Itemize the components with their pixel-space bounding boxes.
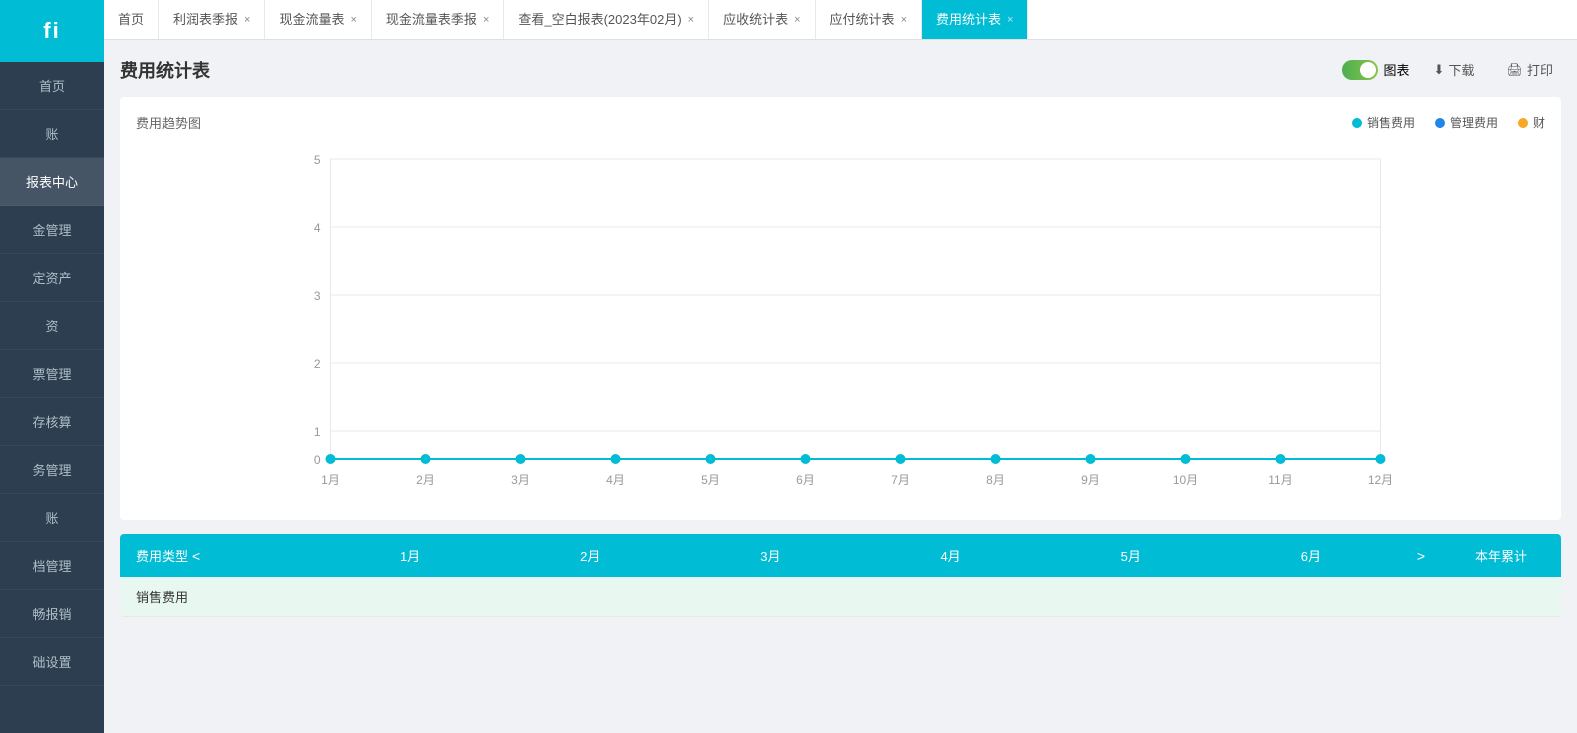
legend-label-admin: 管理费用: [1450, 114, 1498, 131]
main-area: 首页 利润表季报 × 现金流量表 × 现金流量表季报 × 查看_空白报表(202…: [104, 0, 1577, 733]
table-row-sales: 销售费用: [120, 577, 1561, 617]
sidebar-item-finance[interactable]: 金管理: [0, 206, 104, 254]
col-nav-next[interactable]: >: [1401, 534, 1441, 577]
legend-dot-finance: [1518, 118, 1528, 128]
chart-svg: 5 4 3 2 1 0: [136, 144, 1545, 504]
nav-prev-arrow[interactable]: <: [188, 548, 204, 564]
header-actions: 图表 ⬇ 下载 🖨 打印: [1342, 56, 1561, 83]
tab-bar: 首页 利润表季报 × 现金流量表 × 现金流量表季报 × 查看_空白报表(202…: [104, 0, 1577, 40]
svg-text:4月: 4月: [606, 473, 625, 487]
svg-text:4: 4: [314, 221, 321, 235]
col-ytd: 本年累计: [1441, 534, 1561, 577]
svg-text:1: 1: [314, 425, 321, 439]
svg-text:1月: 1月: [321, 473, 340, 487]
svg-text:8月: 8月: [986, 473, 1005, 487]
chart-toggle[interactable]: [1342, 60, 1378, 80]
sidebar-item-expense[interactable]: 畅报销: [0, 590, 104, 638]
chart-legend: 销售费用 管理费用 财: [1352, 114, 1545, 131]
legend-finance: 财: [1518, 114, 1545, 131]
chart-container: 费用趋势图 销售费用 管理费用 财: [120, 97, 1561, 520]
sidebar-item-assets[interactable]: 定资产: [0, 254, 104, 302]
legend-dot-admin: [1435, 118, 1445, 128]
cell-may-sales: [1041, 577, 1221, 616]
svg-text:12月: 12月: [1368, 473, 1393, 487]
cell-ytd-sales: [1441, 577, 1561, 616]
chart-header: 费用趋势图 销售费用 管理费用 财: [136, 113, 1545, 132]
svg-text:6月: 6月: [796, 473, 815, 487]
tab-close-payable[interactable]: ×: [901, 0, 907, 40]
print-icon: 🖨: [1506, 62, 1523, 78]
tab-expense-stats[interactable]: 费用统计表 ×: [922, 0, 1028, 40]
sidebar-item-business[interactable]: 务管理: [0, 446, 104, 494]
chart-area: 5 4 3 2 1 0: [136, 144, 1545, 504]
cell-jun-sales: [1221, 577, 1401, 616]
col-feb: 2月: [500, 534, 680, 577]
download-icon: ⬇: [1434, 62, 1445, 78]
tab-close-expense-stats[interactable]: ×: [1007, 0, 1013, 40]
download-button[interactable]: ⬇ 下载: [1426, 56, 1483, 83]
svg-text:11月: 11月: [1268, 473, 1292, 487]
svg-text:10月: 10月: [1173, 473, 1198, 487]
tab-close-profit-quarterly[interactable]: ×: [244, 0, 250, 40]
cell-mar-sales: [680, 577, 860, 616]
svg-text:3月: 3月: [511, 473, 530, 487]
legend-label-finance: 财: [1533, 114, 1545, 131]
tab-profit-quarterly[interactable]: 利润表季报 ×: [159, 0, 265, 40]
page-header: 费用统计表 图表 ⬇ 下载 🖨 打印: [120, 56, 1561, 83]
legend-label-sales: 销售费用: [1367, 114, 1415, 131]
cell-feb-sales: [500, 577, 680, 616]
tab-close-blank-report[interactable]: ×: [688, 0, 694, 40]
svg-text:9月: 9月: [1081, 473, 1100, 487]
tab-cashflow[interactable]: 现金流量表 ×: [265, 0, 371, 40]
tab-blank-report[interactable]: 查看_空白报表(2023年02月) ×: [504, 0, 709, 40]
sidebar-item-account[interactable]: 账: [0, 494, 104, 542]
col-jun: 6月: [1221, 534, 1401, 577]
sidebar-item-reports[interactable]: 报表中心: [0, 158, 104, 206]
tab-payable[interactable]: 应付统计表 ×: [816, 0, 922, 40]
legend-sales: 销售费用: [1352, 114, 1415, 131]
sidebar-item-invoices[interactable]: 票管理: [0, 350, 104, 398]
legend-admin: 管理费用: [1435, 114, 1498, 131]
tab-close-receivable[interactable]: ×: [794, 0, 800, 40]
svg-text:5: 5: [314, 153, 321, 167]
svg-text:3: 3: [314, 289, 321, 303]
cell-apr-sales: [861, 577, 1041, 616]
col-may: 5月: [1041, 534, 1221, 577]
tab-close-cashflow-quarterly[interactable]: ×: [483, 0, 489, 40]
tab-cashflow-quarterly[interactable]: 现金流量表季报 ×: [372, 0, 504, 40]
legend-dot-sales: [1352, 118, 1362, 128]
sidebar-item-archive[interactable]: 档管理: [0, 542, 104, 590]
col-apr: 4月: [861, 534, 1041, 577]
cell-jan-sales: [320, 577, 500, 616]
expense-table: 费用类型 < 1月 2月 3月 4月 5月 6月 > 本年累计 销售费用: [120, 534, 1561, 617]
chart-title: 费用趋势图: [136, 113, 201, 132]
table-header-row: 费用类型 < 1月 2月 3月 4月 5月 6月 > 本年累计: [120, 534, 1561, 577]
cell-type-sales: 销售费用: [120, 577, 320, 616]
sidebar-item-ledger[interactable]: 账: [0, 110, 104, 158]
sidebar-logo: fi: [0, 0, 104, 62]
chart-toggle-wrap: 图表: [1342, 60, 1410, 80]
col-mar: 3月: [680, 534, 860, 577]
page-content: 费用统计表 图表 ⬇ 下载 🖨 打印 费用趋势图: [104, 40, 1577, 733]
page-title: 费用统计表: [120, 57, 210, 83]
print-button[interactable]: 🖨 打印: [1498, 56, 1561, 83]
svg-text:0: 0: [314, 453, 321, 467]
sidebar-item-investment[interactable]: 资: [0, 302, 104, 350]
sidebar-item-home[interactable]: 首页: [0, 62, 104, 110]
sidebar-item-inventory[interactable]: 存核算: [0, 398, 104, 446]
tab-receivable[interactable]: 应收统计表 ×: [709, 0, 815, 40]
chart-toggle-label: 图表: [1384, 60, 1410, 79]
svg-text:2: 2: [314, 357, 321, 371]
tab-home[interactable]: 首页: [104, 0, 159, 40]
svg-text:7月: 7月: [891, 473, 910, 487]
tab-close-cashflow[interactable]: ×: [350, 0, 356, 40]
col-jan: 1月: [320, 534, 500, 577]
col-type: 费用类型 <: [120, 534, 320, 577]
svg-text:5月: 5月: [701, 473, 720, 487]
sidebar-item-settings[interactable]: 础设置: [0, 638, 104, 686]
nav-next-arrow[interactable]: >: [1413, 548, 1429, 564]
sidebar: fi 首页 账 报表中心 金管理 定资产 资 票管理 存核算 务管理 账 档管理…: [0, 0, 104, 733]
svg-text:2月: 2月: [416, 473, 435, 487]
cell-nav-sales: [1401, 577, 1441, 616]
